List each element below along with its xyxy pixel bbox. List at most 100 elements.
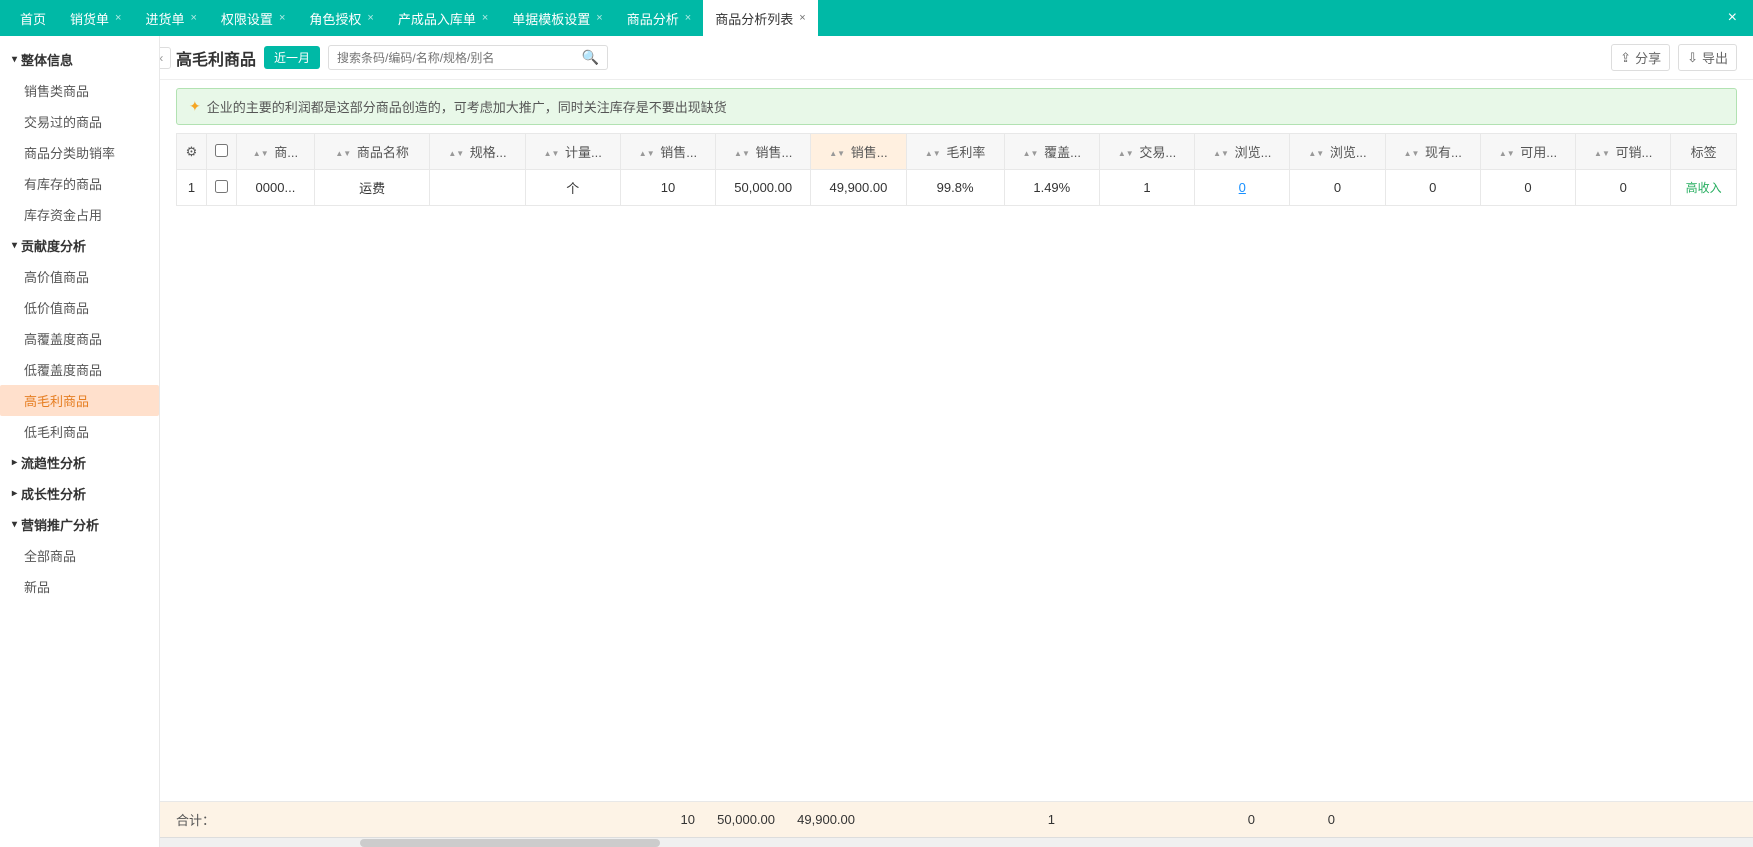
search-box[interactable]: 🔍 xyxy=(328,45,608,70)
close-icon[interactable]: × xyxy=(482,12,488,24)
sidebar-item-all-goods[interactable]: 全部商品 xyxy=(0,540,159,571)
sort-icon: ▲▼ xyxy=(1499,149,1515,158)
content-area: « 高毛利商品 近一月 🔍 ⇪ 分享 ⇩ 导出 ✦ 企业的主要的利润都是这部 xyxy=(160,36,1753,847)
col-header-sale-profit[interactable]: ▲▼ 销售... xyxy=(811,134,906,170)
sidebar-group-overall[interactable]: ▾ 整体信息 xyxy=(0,44,159,75)
col-header-sale-qty[interactable]: ▲▼ 销售... xyxy=(620,134,715,170)
sort-icon: ▲▼ xyxy=(1594,149,1610,158)
page-title: 高毛利商品 xyxy=(176,46,256,70)
sort-icon: ▲▼ xyxy=(1118,149,1134,158)
tag-badge: 高收入 xyxy=(1686,181,1722,195)
sidebar-item-high-coverage[interactable]: 高覆盖度商品 xyxy=(0,323,159,354)
horizontal-scrollbar[interactable] xyxy=(160,837,1753,847)
sidebar-item-new-goods[interactable]: 新品 xyxy=(0,571,159,602)
close-icon[interactable]: × xyxy=(190,12,196,24)
browse-link[interactable]: 0 xyxy=(1239,180,1246,195)
sidebar-group-title-overall: 整体信息 xyxy=(21,50,73,69)
select-all-checkbox[interactable] xyxy=(215,144,228,157)
nav-item-purchase[interactable]: 进货单 × xyxy=(133,0,208,36)
share-button[interactable]: ⇪ 分享 xyxy=(1611,44,1670,71)
sidebar-item-low-margin[interactable]: 低毛利商品 xyxy=(0,416,159,447)
sidebar-item-low-coverage[interactable]: 低覆盖度商品 xyxy=(0,354,159,385)
nav-label-permission: 权限设置 xyxy=(221,9,273,28)
close-icon[interactable]: × xyxy=(799,12,805,24)
sidebar-item-category-rate[interactable]: 商品分类助销率 xyxy=(0,137,159,168)
sidebar-group-contribution[interactable]: ▾ 贡献度分析 xyxy=(0,230,159,261)
col-header-unit[interactable]: ▲▼ 计量... xyxy=(525,134,620,170)
sort-icon: ▲▼ xyxy=(253,149,269,158)
col-header-avail-stock[interactable]: ▲▼ 可用... xyxy=(1480,134,1575,170)
col-header-browse2[interactable]: ▲▼ 浏览... xyxy=(1290,134,1385,170)
nav-item-sales[interactable]: 销货单 × xyxy=(58,0,133,36)
header-actions: ⇪ 分享 ⇩ 导出 xyxy=(1611,44,1737,71)
close-icon[interactable]: × xyxy=(115,12,121,24)
footer-current-stock: 0 xyxy=(1181,812,1261,827)
col-header-spec[interactable]: ▲▼ 规格... xyxy=(430,134,525,170)
scrollbar-thumb[interactable] xyxy=(360,839,660,847)
nav-item-home[interactable]: 首页 xyxy=(8,0,58,36)
col-header-trade-count[interactable]: ▲▼ 交易... xyxy=(1099,134,1194,170)
close-icon[interactable]: × xyxy=(685,12,691,24)
col-header-checkbox[interactable] xyxy=(207,134,237,170)
cell-unit: 个 xyxy=(525,170,620,206)
sort-icon: ▲▼ xyxy=(1308,149,1324,158)
nav-item-permission[interactable]: 权限设置 × xyxy=(209,0,297,36)
search-icon[interactable]: 🔍 xyxy=(582,49,599,66)
info-banner: ✦ 企业的主要的利润都是这部分商品创造的，可考虑加大推广，同时关注库存是不要出现… xyxy=(176,88,1737,125)
col-header-code[interactable]: ▲▼ 商... xyxy=(237,134,315,170)
col-header-cover-rate[interactable]: ▲▼ 覆盖... xyxy=(1004,134,1099,170)
sidebar-group-title-trend: 流趋性分析 xyxy=(21,453,86,472)
footer-trade-count: 1 xyxy=(981,812,1061,827)
nav-item-role[interactable]: 角色授权 × xyxy=(297,0,385,36)
cell-trade-count: 1 xyxy=(1099,170,1194,206)
col-header-tag[interactable]: 标签 xyxy=(1671,134,1737,170)
col-header-sale-stock[interactable]: ▲▼ 可销... xyxy=(1576,134,1671,170)
sidebar-group-growth[interactable]: ▸ 成长性分析 xyxy=(0,478,159,509)
cell-checkbox[interactable] xyxy=(207,170,237,206)
col-header-current-stock[interactable]: ▲▼ 现有... xyxy=(1385,134,1480,170)
cell-tag: 高收入 xyxy=(1671,170,1737,206)
share-icon: ⇪ xyxy=(1620,50,1631,66)
sidebar-group-marketing[interactable]: ▾ 营销推广分析 xyxy=(0,509,159,540)
sidebar-item-high-value[interactable]: 高价值商品 xyxy=(0,261,159,292)
info-icon: ✦ xyxy=(189,98,201,115)
cell-cover-rate: 1.49% xyxy=(1004,170,1099,206)
sidebar-item-in-stock[interactable]: 有库存的商品 xyxy=(0,168,159,199)
col-header-name[interactable]: ▲▼ 商品名称 xyxy=(314,134,430,170)
nav-item-analysis[interactable]: 商品分析 × xyxy=(615,0,703,36)
sidebar-item-sales-goods[interactable]: 销售类商品 xyxy=(0,75,159,106)
sort-icon: ▲▼ xyxy=(448,149,464,158)
sidebar-item-traded-goods[interactable]: 交易过的商品 xyxy=(0,106,159,137)
sidebar-group-title-contribution: 贡献度分析 xyxy=(21,236,86,255)
footer-avail-stock: 0 xyxy=(1261,812,1341,827)
close-icon[interactable]: × xyxy=(367,12,373,24)
sidebar-item-high-margin[interactable]: 高毛利商品 xyxy=(0,385,159,416)
sidebar-group-trend[interactable]: ▸ 流趋性分析 xyxy=(0,447,159,478)
nav-label-home: 首页 xyxy=(20,9,46,28)
nav-item-finished[interactable]: 产成品入库单 × xyxy=(386,0,500,36)
close-icon[interactable]: × xyxy=(596,12,602,24)
sidebar-item-stock-capital[interactable]: 库存资金占用 xyxy=(0,199,159,230)
settings-icon[interactable]: ⚙ xyxy=(186,144,198,159)
sidebar-collapse-button[interactable]: « xyxy=(160,47,171,69)
close-all-tabs-button[interactable]: × xyxy=(1720,9,1745,27)
cell-browse1[interactable]: 0 xyxy=(1195,170,1290,206)
col-header-browse1[interactable]: ▲▼ 浏览... xyxy=(1195,134,1290,170)
row-checkbox[interactable] xyxy=(215,180,228,193)
col-header-sale-amt[interactable]: ▲▼ 销售... xyxy=(716,134,811,170)
nav-item-analysis-list[interactable]: 商品分析列表 × xyxy=(703,0,817,36)
nav-item-template[interactable]: 单据模板设置 × xyxy=(500,0,614,36)
nav-label-finished: 产成品入库单 xyxy=(398,9,476,28)
sidebar-item-low-value[interactable]: 低价值商品 xyxy=(0,292,159,323)
table-header-row: ⚙ ▲▼ 商... ▲▼ 商品名称 xyxy=(177,134,1737,170)
top-navigation: 首页 销货单 × 进货单 × 权限设置 × 角色授权 × 产成品入库单 × 单据… xyxy=(0,0,1753,36)
search-input[interactable] xyxy=(337,51,582,65)
col-header-gross-rate[interactable]: ▲▼ 毛利率 xyxy=(906,134,1004,170)
nav-label-analysis: 商品分析 xyxy=(627,9,679,28)
data-table: ⚙ ▲▼ 商... ▲▼ 商品名称 xyxy=(176,133,1737,206)
time-filter-button[interactable]: 近一月 xyxy=(264,46,320,69)
nav-label-role: 角色授权 xyxy=(309,9,361,28)
close-icon[interactable]: × xyxy=(279,12,285,24)
export-button[interactable]: ⇩ 导出 xyxy=(1678,44,1737,71)
cell-avail-stock: 0 xyxy=(1480,170,1575,206)
